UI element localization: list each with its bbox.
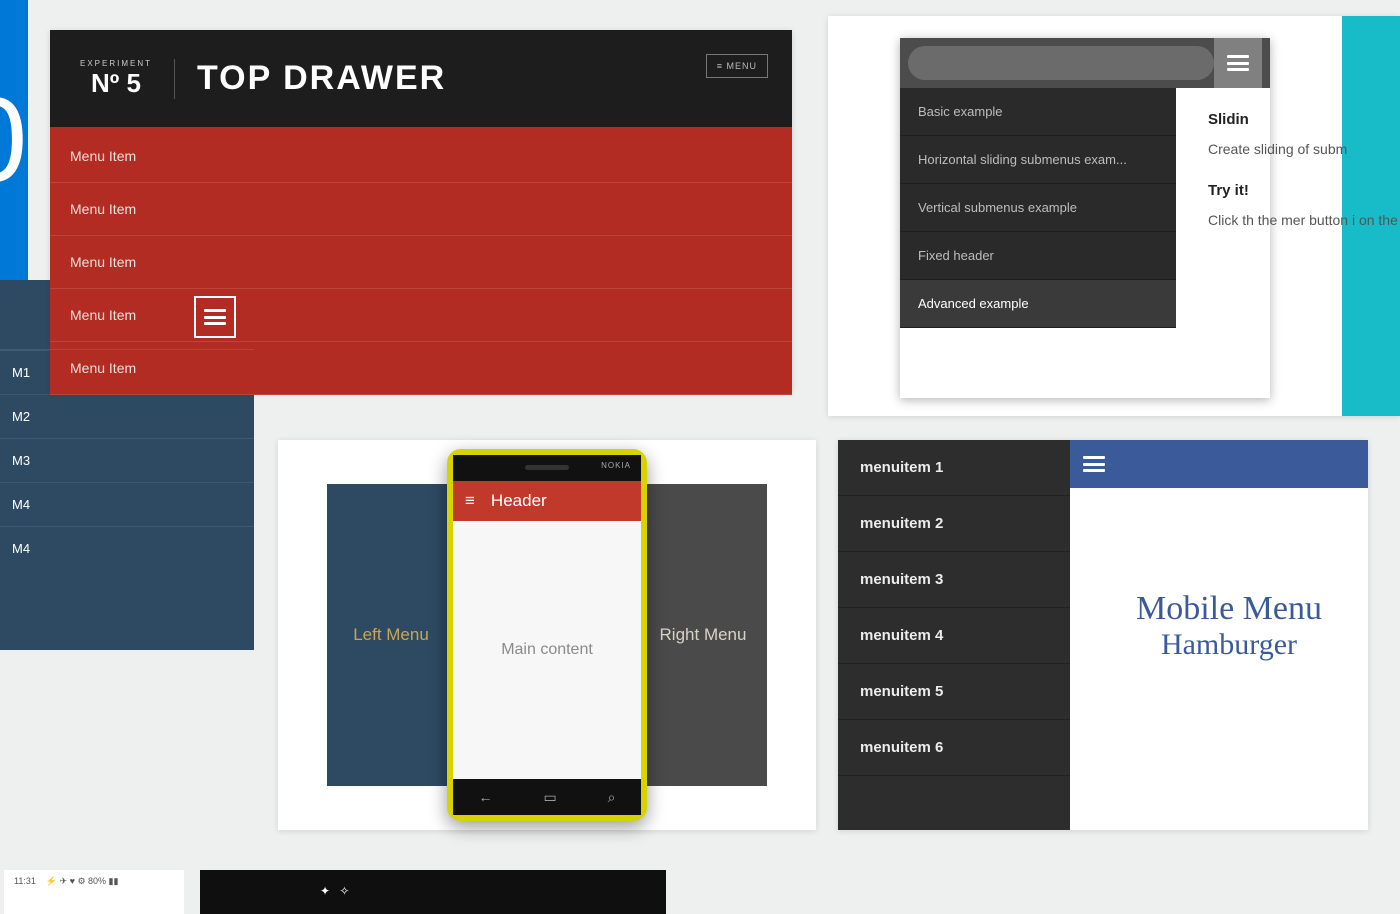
status-bar-fragment: 11:31 ⚡ ✈ ♥ ⚙ 80% ▮▮: [4, 870, 184, 914]
nokia-phone-card: Left Menu NOKIA ≡ Header Main content ← …: [278, 440, 816, 830]
hamburger-icon: [1083, 456, 1105, 472]
nav-home-icon[interactable]: ▭: [543, 789, 556, 806]
phone-main-content: Main content: [453, 521, 641, 779]
dark-blue-header: [0, 280, 254, 350]
sliding-paragraph: Create sliding of subm: [1208, 139, 1400, 161]
experiment-label: EXPERIMENT: [80, 59, 152, 68]
menu-item[interactable]: M4: [0, 526, 254, 570]
experiment-badge: EXPERIMENT Nº 5: [80, 59, 175, 99]
status-time: 11:31: [14, 876, 36, 886]
search-input[interactable]: [908, 46, 1214, 80]
menu-item[interactable]: Vertical submenus example: [900, 184, 1176, 232]
menu-item-selected[interactable]: Advanced example: [900, 280, 1176, 328]
hamburger-icon[interactable]: ≡: [465, 491, 475, 511]
phone-app-header: ≡ Header: [453, 481, 641, 521]
menu-item[interactable]: M3: [0, 438, 254, 482]
mobile-hamburger-side: menuitem 1 menuitem 2 menuitem 3 menuite…: [838, 440, 1070, 830]
mobile-hamburger-topbar: [1070, 440, 1368, 488]
menu-item[interactable]: Horizontal sliding submenus exam...: [900, 136, 1176, 184]
sliding-menu-card: Basic example Horizontal sliding submenu…: [828, 16, 1400, 416]
blue-sliver-glyph: 0: [0, 71, 27, 209]
title-line-2: Hamburger: [1100, 628, 1358, 662]
nav-back-icon[interactable]: ←: [478, 789, 492, 805]
hamburger-icon: [1227, 55, 1249, 71]
dark-blue-menu-card: M1 M2 M3 M4 M4: [0, 280, 254, 650]
phone-bezel-top: NOKIA: [453, 455, 641, 481]
blue-sliver-card: 0: [0, 0, 28, 280]
menu-item[interactable]: menuitem 6: [838, 720, 1070, 776]
menu-item[interactable]: Menu Item: [50, 130, 792, 183]
menu-item[interactable]: Basic example: [900, 88, 1176, 136]
top-drawer-list: Menu Item Menu Item Menu Item Menu Item …: [50, 130, 792, 395]
top-drawer-header: EXPERIMENT Nº 5 TOP DRAWER ≡ MENU: [50, 30, 792, 130]
menu-item[interactable]: Menu Item: [50, 183, 792, 236]
right-menu-panel[interactable]: Right Menu: [639, 484, 767, 786]
sliding-menu-app: Basic example Horizontal sliding submenu…: [900, 38, 1270, 398]
menu-item[interactable]: menuitem 4: [838, 608, 1070, 664]
hamburger-button[interactable]: [1070, 440, 1118, 488]
experiment-number: Nº 5: [80, 68, 152, 99]
top-drawer-title: TOP DRAWER: [197, 59, 446, 98]
try-it-paragraph: Click th the mer button i on the i: [1208, 210, 1400, 232]
hamburger-button[interactable]: [1214, 38, 1262, 88]
menu-item[interactable]: menuitem 5: [838, 664, 1070, 720]
sliding-heading: Slidin: [1208, 108, 1400, 131]
sparkle-icon: ✦ ✧: [320, 884, 352, 898]
menu-item[interactable]: menuitem 2: [838, 496, 1070, 552]
title-line-1: Mobile Menu: [1100, 590, 1358, 628]
phone-brand: NOKIA: [601, 461, 631, 470]
sliding-menu-panel: Basic example Horizontal sliding submenu…: [900, 88, 1176, 328]
sliding-menu-copy: Slidin Create sliding of subm Try it! Cl…: [1208, 108, 1400, 232]
dark-fragment: ✦ ✧: [200, 870, 666, 914]
menu-item[interactable]: M2: [0, 394, 254, 438]
hamburger-icon: [204, 309, 226, 325]
left-menu-panel[interactable]: Left Menu: [327, 484, 455, 786]
status-icons: ⚡ ✈ ♥ ⚙ 80% ▮▮: [46, 876, 119, 886]
try-it-heading: Try it!: [1208, 179, 1400, 202]
menu-item[interactable]: menuitem 1: [838, 440, 1070, 496]
mobile-hamburger-title: Mobile Menu Hamburger: [1100, 590, 1358, 662]
mobile-hamburger-card: menuitem 1 menuitem 2 menuitem 3 menuite…: [838, 440, 1368, 830]
phone-earpiece: [525, 465, 569, 470]
phone-frame: NOKIA ≡ Header Main content ← ▭ ⌕: [447, 449, 647, 821]
menu-item[interactable]: menuitem 3: [838, 552, 1070, 608]
phone-nav-bar: ← ▭ ⌕: [453, 779, 641, 815]
menu-item[interactable]: M4: [0, 482, 254, 526]
menu-button[interactable]: ≡ MENU: [706, 54, 768, 78]
phone-header-title: Header: [491, 491, 547, 511]
menu-item[interactable]: Fixed header: [900, 232, 1176, 280]
app-topbar: [900, 38, 1270, 88]
nav-search-icon[interactable]: ⌕: [608, 789, 616, 806]
hamburger-button[interactable]: [194, 296, 236, 338]
